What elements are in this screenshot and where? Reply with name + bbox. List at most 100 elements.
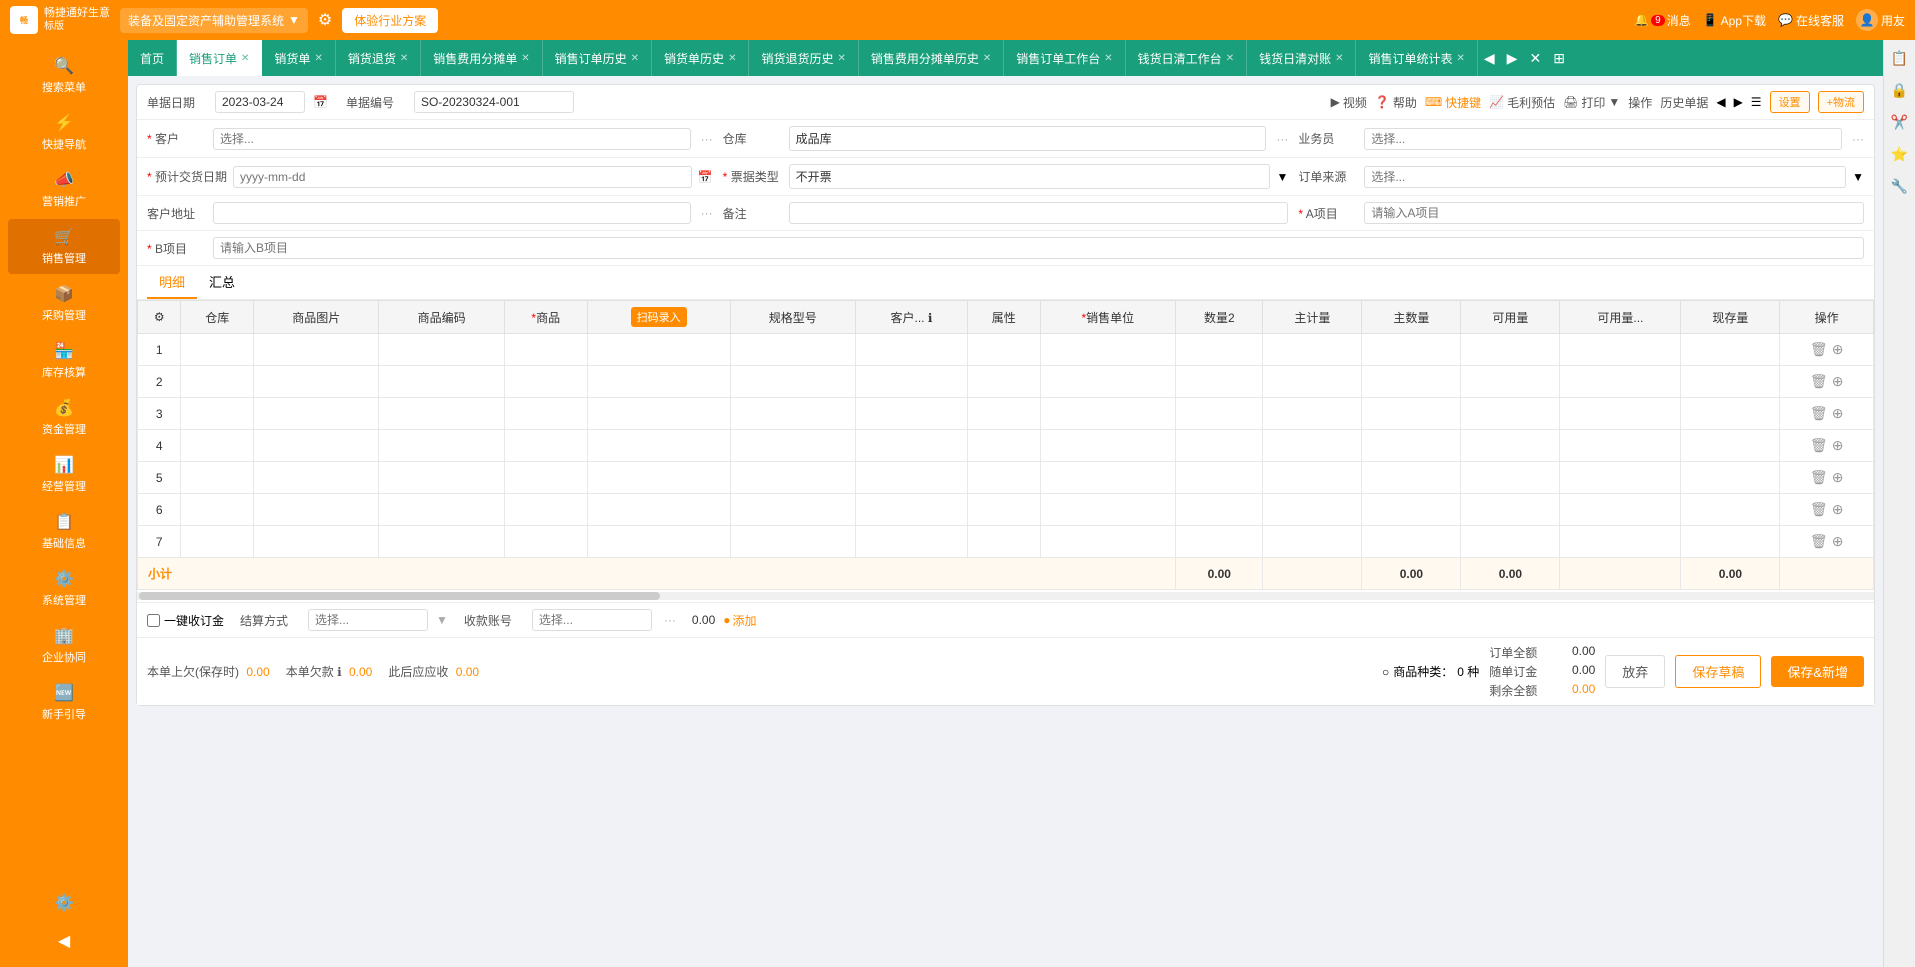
copy-icon[interactable]: ⊕ xyxy=(1832,405,1844,422)
scan-btn[interactable]: 扫码录入 xyxy=(631,307,687,327)
save-draft-button[interactable]: 保存草稿 xyxy=(1675,655,1761,688)
tab-sales-order[interactable]: 销售订单 ✕ xyxy=(177,40,262,76)
close-icon[interactable]: ✕ xyxy=(837,53,845,64)
a-project-input[interactable] xyxy=(1364,202,1864,224)
delete-icon[interactable]: 🗑 xyxy=(1810,501,1828,518)
close-icon[interactable]: ✕ xyxy=(314,53,322,64)
single-no-input[interactable]: SO-20230324-001 xyxy=(414,91,574,113)
warehouse-input[interactable]: 成品库 xyxy=(789,126,1267,151)
close-icon[interactable]: ✕ xyxy=(983,53,991,64)
addrow-btn[interactable]: +物流 xyxy=(1818,91,1864,113)
delete-icon[interactable]: 🗑 xyxy=(1810,469,1828,486)
single-date-input[interactable]: 2023-03-24 xyxy=(215,91,305,113)
nav-next-record[interactable]: ▶ xyxy=(1734,95,1743,109)
close-icon[interactable]: ✕ xyxy=(1335,53,1343,64)
sidebar-item-search[interactable]: 🔍 搜索菜单 xyxy=(8,48,120,103)
user-avatar[interactable]: 👤 用友 xyxy=(1856,9,1905,31)
close-icon[interactable]: ✕ xyxy=(241,53,249,64)
close-icon[interactable]: ✕ xyxy=(521,53,529,64)
copy-icon[interactable]: ⊕ xyxy=(1832,469,1844,486)
print-btn[interactable]: 🖨 打印 ▼ xyxy=(1563,94,1620,111)
tab-order-history[interactable]: 销售订单历史 ✕ xyxy=(543,40,652,76)
sidebar-item-quicknav[interactable]: ⚡ 快捷导航 xyxy=(8,105,120,160)
online-service[interactable]: 💬 在线客服 xyxy=(1778,12,1844,29)
address-more-icon[interactable]: ··· xyxy=(701,206,713,220)
tab-expand-btn[interactable]: ⊞ xyxy=(1547,50,1571,67)
calendar-icon[interactable]: 📅 xyxy=(313,95,328,109)
delivery-date-input[interactable] xyxy=(233,166,692,188)
tab-sales-invoice[interactable]: 销货单 ✕ xyxy=(262,40,335,76)
tab-expense-history[interactable]: 销售费用分摊单历史 ✕ xyxy=(859,40,1004,76)
list-view-icon[interactable]: ☰ xyxy=(1751,95,1762,109)
tab-expense-split[interactable]: 销售费用分摊单 ✕ xyxy=(421,40,542,76)
delivery-date-calendar-icon[interactable]: 📅 xyxy=(698,170,713,184)
sidebar-item-operation[interactable]: 📊 经营管理 xyxy=(8,447,120,502)
shortcut-btn[interactable]: ⌨ 快捷键 xyxy=(1425,94,1481,111)
b-project-input[interactable] xyxy=(213,237,1864,259)
sidebar-item-inventory[interactable]: 🏪 库存核算 xyxy=(8,333,120,388)
payment-method-input[interactable] xyxy=(308,609,428,631)
close-icon[interactable]: ✕ xyxy=(631,53,639,64)
tab-close-btn[interactable]: ✕ xyxy=(1523,50,1547,67)
close-icon[interactable]: ✕ xyxy=(400,53,408,64)
sidebar-item-finance[interactable]: 💰 资金管理 xyxy=(8,390,120,445)
sidebar-bottom-settings[interactable]: ⚙️ xyxy=(8,885,120,921)
copy-icon[interactable]: ⊕ xyxy=(1832,373,1844,390)
save-new-button[interactable]: 保存&新增 xyxy=(1771,656,1864,687)
salesperson-more-icon[interactable]: ··· xyxy=(1852,132,1864,146)
sidebar-item-basic[interactable]: 📋 基础信息 xyxy=(8,504,120,559)
invoice-type-select[interactable]: 不开票 xyxy=(789,164,1271,189)
rs-tool-icon[interactable]: 🔧 xyxy=(1886,172,1914,200)
tab-prev-btn[interactable]: ◀ xyxy=(1478,50,1501,67)
sidebar-item-marketing[interactable]: 📣 营销推广 xyxy=(8,162,120,217)
app-download[interactable]: 📱 App下载 xyxy=(1703,12,1766,29)
sidebar-collapse-btn[interactable]: ◀ xyxy=(8,923,120,959)
one-click-deposit-checkbox[interactable]: 一键收订金 xyxy=(147,612,224,629)
customer-address-input[interactable] xyxy=(213,202,691,224)
warehouse-more-icon[interactable]: ··· xyxy=(1276,132,1288,146)
tab-return-history[interactable]: 销货退货历史 ✕ xyxy=(749,40,858,76)
help-btn[interactable]: ❓ 帮助 xyxy=(1375,94,1417,111)
message-icon[interactable]: 🔔 9 消息 xyxy=(1634,12,1691,29)
history-btn[interactable]: 历史单据 xyxy=(1660,94,1708,111)
tab-cash-daily[interactable]: 钱货日清工作台 ✕ xyxy=(1126,40,1247,76)
copy-icon[interactable]: ⊕ xyxy=(1832,437,1844,454)
tab-sales-stats[interactable]: 销售订单统计表 ✕ xyxy=(1356,40,1477,76)
gear-settings-icon[interactable]: ⚙ xyxy=(318,10,332,30)
delete-icon[interactable]: 🗑 xyxy=(1810,341,1828,358)
sidebar-item-enterprise[interactable]: 🏢 企业协同 xyxy=(8,618,120,673)
copy-icon[interactable]: ⊕ xyxy=(1832,501,1844,518)
delete-icon[interactable]: 🗑 xyxy=(1810,405,1828,422)
tab-order-workbench[interactable]: 销售订单工作台 ✕ xyxy=(1004,40,1125,76)
tab-cash-reconcile[interactable]: 钱货日清对账 ✕ xyxy=(1247,40,1356,76)
customer-input[interactable] xyxy=(213,128,691,150)
copy-icon[interactable]: ⊕ xyxy=(1832,533,1844,550)
nav-prev-record[interactable]: ◀ xyxy=(1716,95,1725,109)
add-payment-btn[interactable]: ● 添加 xyxy=(723,612,756,629)
rs-lock-icon[interactable]: 🔒 xyxy=(1886,76,1914,104)
sidebar-item-guide[interactable]: 🆕 新手引导 xyxy=(8,675,120,730)
rs-doc-icon[interactable]: 📋 xyxy=(1886,44,1914,72)
customer-more-icon[interactable]: ··· xyxy=(701,132,713,146)
account-more-icon[interactable]: ··· xyxy=(664,613,676,627)
account-input[interactable] xyxy=(532,609,652,631)
remark-input[interactable] xyxy=(789,202,1289,224)
copy-icon[interactable]: ⊕ xyxy=(1832,341,1844,358)
close-icon[interactable]: ✕ xyxy=(1226,53,1234,64)
close-icon[interactable]: ✕ xyxy=(728,53,736,64)
delete-icon[interactable]: 🗑 xyxy=(1810,437,1828,454)
sidebar-item-sales[interactable]: 🛒 销售管理 xyxy=(8,219,120,274)
tab-sales-return[interactable]: 销货退货 ✕ xyxy=(336,40,421,76)
tab-home[interactable]: 首页 xyxy=(128,40,177,76)
profit-btn[interactable]: 📈 毛利预估 xyxy=(1489,94,1555,111)
salesperson-input[interactable] xyxy=(1364,128,1842,150)
tab-summary[interactable]: 汇总 xyxy=(197,266,247,299)
operate-btn[interactable]: 操作 xyxy=(1628,94,1652,111)
col-settings-header[interactable]: ⚙ xyxy=(138,301,181,334)
delete-icon[interactable]: 🗑 xyxy=(1810,533,1828,550)
rs-star-icon[interactable]: ⭐ xyxy=(1886,140,1914,168)
sidebar-item-purchase[interactable]: 📦 采购管理 xyxy=(8,276,120,331)
discard-button[interactable]: 放弃 xyxy=(1605,655,1665,688)
sidebar-item-system[interactable]: ⚙️ 系统管理 xyxy=(8,561,120,616)
close-icon[interactable]: ✕ xyxy=(1457,53,1465,64)
